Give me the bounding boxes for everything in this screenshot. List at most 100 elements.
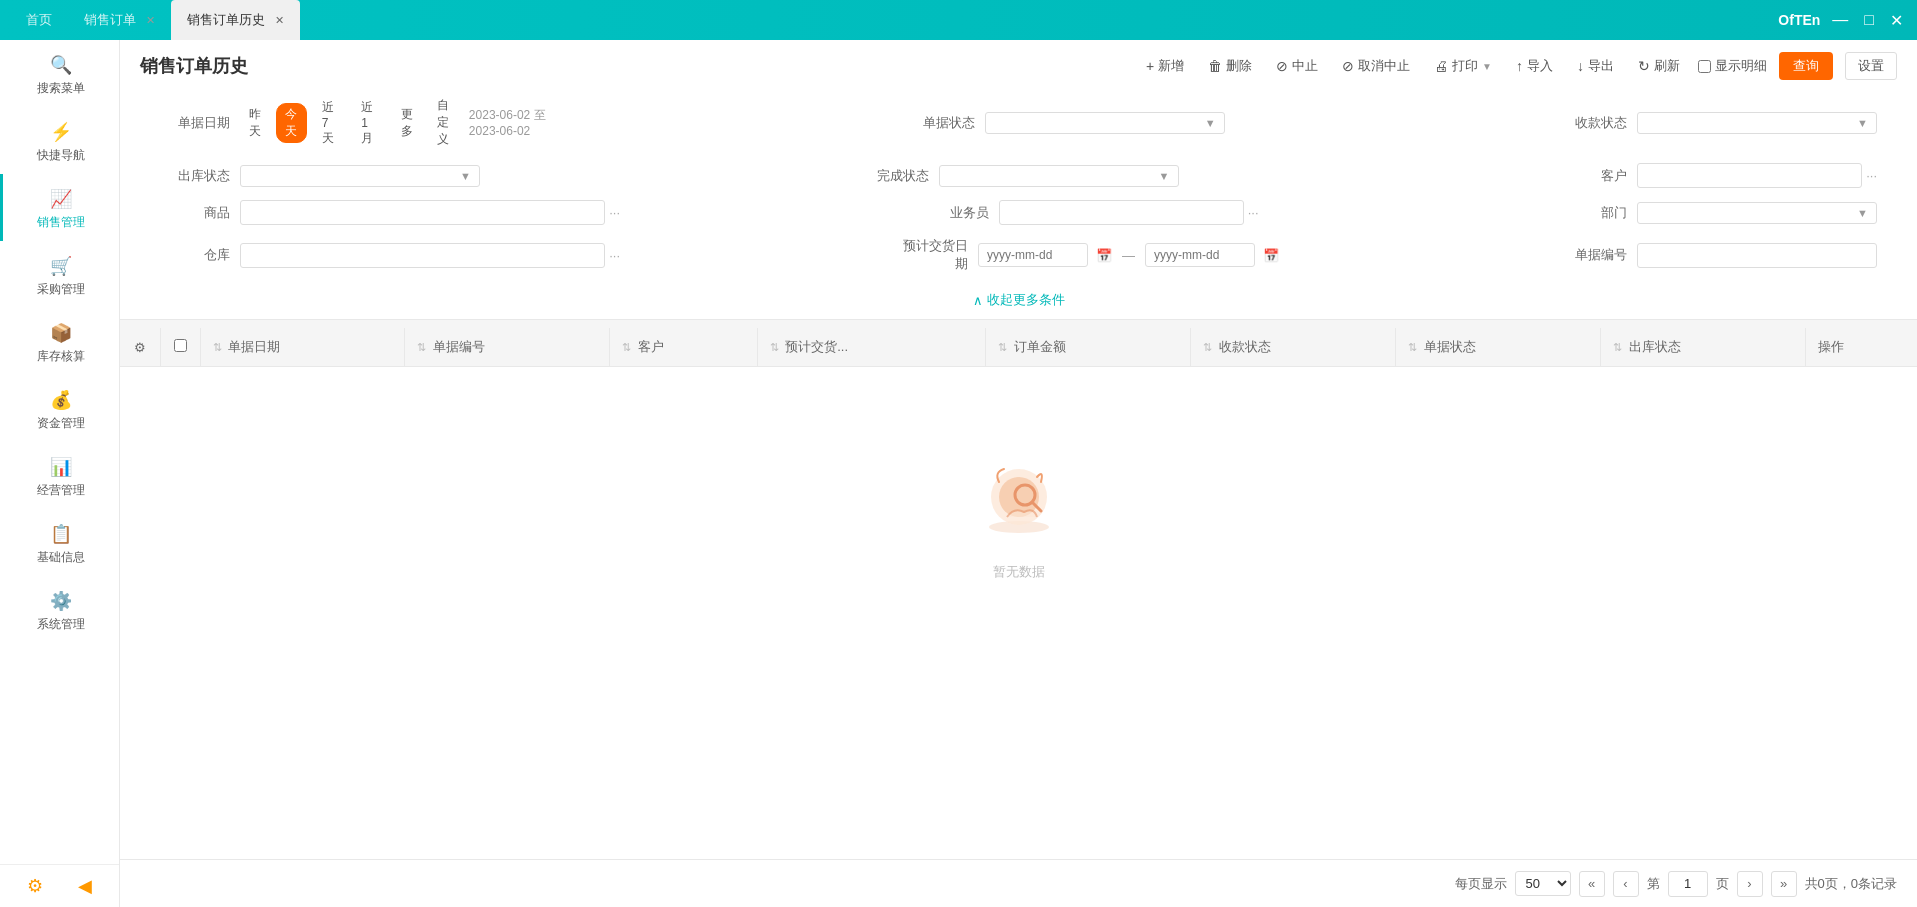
payment-status-arrow-icon: ▼ xyxy=(1857,117,1868,129)
sort-outbound-icon: ⇅ xyxy=(1613,341,1622,353)
export-button[interactable]: ↓ 导出 xyxy=(1571,53,1620,79)
delete-button[interactable]: 🗑 删除 xyxy=(1202,53,1258,79)
next-page-icon: › xyxy=(1747,876,1751,891)
th-order-amount[interactable]: ⇅ 订单金额 xyxy=(986,328,1191,367)
calendar-to-icon[interactable]: 📅 xyxy=(1263,248,1279,263)
sidebar-item-system[interactable]: ⚙️ 系统管理 xyxy=(0,576,119,643)
sidebar-item-search[interactable]: 🔍 搜索菜单 xyxy=(0,40,119,107)
date-btn-1month[interactable]: 近1月 xyxy=(352,96,386,150)
sidebar-settings-icon[interactable]: ⚙ xyxy=(27,875,43,897)
department-arrow-icon: ▼ xyxy=(1857,207,1868,219)
date-btn-today[interactable]: 今天 xyxy=(276,103,306,143)
last-page-icon: » xyxy=(1780,876,1787,891)
display-toggle-checkbox[interactable] xyxy=(1698,60,1711,73)
display-toggle[interactable]: 显示明细 xyxy=(1698,57,1767,75)
import-button[interactable]: ↑ 导入 xyxy=(1510,53,1559,79)
cancel-stop-icon: ⊘ xyxy=(1342,58,1354,74)
th-bill-date[interactable]: ⇅ 单据日期 xyxy=(200,328,405,367)
print-button[interactable]: 🖨 打印 ▼ xyxy=(1428,53,1498,79)
complete-status-select[interactable]: ▼ xyxy=(939,165,1179,187)
date-btn-yesterday[interactable]: 昨天 xyxy=(240,103,270,143)
th-bill-number[interactable]: ⇅ 单据编号 xyxy=(405,328,610,367)
sidebar-item-sales[interactable]: 📈 销售管理 xyxy=(0,174,119,241)
date-btn-custom[interactable]: 自定义 xyxy=(428,94,464,151)
tab-sales-order-close[interactable]: ✕ xyxy=(146,14,155,27)
cancel-stop-button[interactable]: ⊘ 取消中止 xyxy=(1336,53,1416,79)
outbound-status-select[interactable]: ▼ xyxy=(240,165,480,187)
maximize-btn[interactable]: □ xyxy=(1860,11,1878,29)
print-arrow-icon: ▼ xyxy=(1482,61,1492,72)
delivery-date-from[interactable] xyxy=(978,243,1088,267)
tab-sales-history[interactable]: 销售订单历史 ✕ xyxy=(171,0,300,40)
th-outbound-status[interactable]: ⇅ 出库状态 xyxy=(1600,328,1805,367)
basic-info-icon: 📋 xyxy=(50,523,72,545)
new-button[interactable]: + 新增 xyxy=(1140,53,1190,79)
pagination-bar: 每页显示 50 20 100 « ‹ 第 页 › » 共0页，0条记录 xyxy=(120,859,1917,907)
th-customer[interactable]: ⇅ 客户 xyxy=(610,328,757,367)
date-range-display: 2023-06-02 至 2023-06-02 xyxy=(469,107,572,138)
first-page-btn[interactable]: « xyxy=(1579,871,1605,897)
query-button[interactable]: 查询 xyxy=(1779,52,1833,80)
date-btn-7days[interactable]: 近7天 xyxy=(313,96,347,150)
delete-icon: 🗑 xyxy=(1208,58,1222,74)
sort-bill-date-icon: ⇅ xyxy=(213,341,222,353)
salesperson-dots-icon[interactable]: ··· xyxy=(1248,205,1259,220)
refresh-button[interactable]: ↻ 刷新 xyxy=(1632,53,1686,79)
main-layout: 🔍 搜索菜单 ⚡ 快捷导航 📈 销售管理 🛒 采购管理 📦 库存核算 💰 资金管… xyxy=(0,40,1917,907)
sidebar-item-finance[interactable]: 💰 资金管理 xyxy=(0,375,119,442)
tab-sales-history-close[interactable]: ✕ xyxy=(275,14,284,27)
tab-home[interactable]: 首页 xyxy=(10,0,68,40)
sort-bill-number-icon: ⇅ xyxy=(417,341,426,353)
department-select[interactable]: ▼ xyxy=(1637,202,1877,224)
tab-sales-order[interactable]: 销售订单 ✕ xyxy=(68,0,171,40)
close-btn[interactable]: ✕ xyxy=(1886,11,1907,30)
sidebar-collapse-icon[interactable]: ◀ xyxy=(78,875,92,897)
collapse-bar[interactable]: ∧ 收起更多条件 xyxy=(160,285,1877,319)
th-config[interactable]: ⚙ xyxy=(120,328,160,367)
sidebar-item-quick-nav[interactable]: ⚡ 快捷导航 xyxy=(0,107,119,174)
customer-label: 客户 xyxy=(1557,167,1637,185)
th-check[interactable] xyxy=(160,328,200,367)
th-billstatus-label: 单据状态 xyxy=(1424,339,1476,354)
calendar-from-icon[interactable]: 📅 xyxy=(1096,248,1112,263)
minimize-btn[interactable]: — xyxy=(1828,11,1852,29)
warehouse-input[interactable] xyxy=(240,243,605,268)
prev-page-btn[interactable]: ‹ xyxy=(1613,871,1639,897)
delete-label: 删除 xyxy=(1226,57,1252,75)
sidebar-item-basic-info[interactable]: 📋 基础信息 xyxy=(0,509,119,576)
date-btn-more[interactable]: 更多 xyxy=(392,103,422,143)
th-delivery-date[interactable]: ⇅ 预计交货... xyxy=(757,328,986,367)
bill-number-label: 单据编号 xyxy=(1557,246,1637,264)
sidebar-item-inventory[interactable]: 📦 库存核算 xyxy=(0,308,119,375)
payment-status-select[interactable]: ▼ xyxy=(1637,112,1877,134)
sidebar-item-purchase[interactable]: 🛒 采购管理 xyxy=(0,241,119,308)
salesperson-input[interactable] xyxy=(999,200,1244,225)
select-all-checkbox[interactable] xyxy=(174,339,187,352)
customer-dots-icon[interactable]: ··· xyxy=(1866,168,1877,183)
goods-label: 商品 xyxy=(160,204,240,222)
tab-sales-history-label: 销售订单历史 xyxy=(187,11,265,29)
setting-button[interactable]: 设置 xyxy=(1845,52,1897,80)
customer-input[interactable] xyxy=(1637,163,1862,188)
sidebar-item-operations[interactable]: 📊 经营管理 xyxy=(0,442,119,509)
next-page-btn[interactable]: › xyxy=(1737,871,1763,897)
goods-input[interactable] xyxy=(240,200,605,225)
stop-button[interactable]: ⊘ 中止 xyxy=(1270,53,1324,79)
th-bill-status[interactable]: ⇅ 单据状态 xyxy=(1396,328,1601,367)
last-page-btn[interactable]: » xyxy=(1771,871,1797,897)
sidebar-operations-label: 经营管理 xyxy=(37,482,85,499)
page-size-select[interactable]: 50 20 100 xyxy=(1515,871,1571,896)
th-payment-status[interactable]: ⇅ 收款状态 xyxy=(1191,328,1396,367)
goods-dots-icon[interactable]: ··· xyxy=(609,205,620,220)
page-number-input[interactable] xyxy=(1668,871,1708,897)
filter-body: 单据日期 昨天 今天 近7天 近1月 更多 自定义 2023-06-02 至 2… xyxy=(140,94,1897,319)
warehouse-dots-icon[interactable]: ··· xyxy=(609,248,620,263)
sidebar-sales-label: 销售管理 xyxy=(37,214,85,231)
bill-number-input[interactable] xyxy=(1637,243,1877,268)
goods-control: ··· xyxy=(240,200,620,225)
stop-icon: ⊘ xyxy=(1276,58,1288,74)
delivery-date-to[interactable] xyxy=(1145,243,1255,267)
export-label: 导出 xyxy=(1588,57,1614,75)
import-label: 导入 xyxy=(1527,57,1553,75)
bill-status-select[interactable]: ▼ xyxy=(985,112,1225,134)
